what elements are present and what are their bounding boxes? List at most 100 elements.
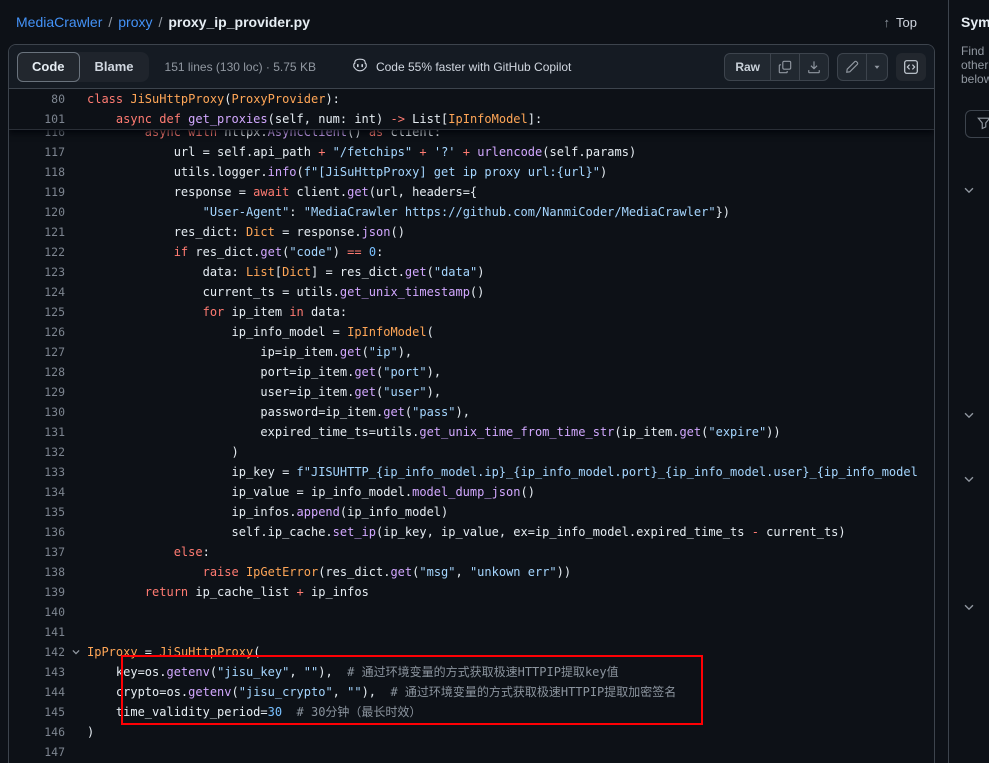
edit-dropdown-button[interactable] (866, 53, 888, 81)
code-line: 136 self.ip_cache.set_ip(ip_key, ip_valu… (9, 522, 934, 542)
line-number[interactable]: 132 (9, 442, 65, 462)
line-number[interactable]: 133 (9, 462, 65, 482)
toolbar-actions: Raw (724, 53, 926, 81)
code-line: 147 (9, 742, 934, 762)
code-text: ip_info_model = IpInfoModel( (87, 322, 934, 342)
code-line: 139 return ip_cache_list + ip_infos (9, 582, 934, 602)
tab-blame[interactable]: Blame (80, 52, 149, 82)
download-icon (807, 60, 821, 74)
code-text: IpProxy = JiSuHttpProxy( (87, 642, 934, 662)
chevron-down-icon[interactable] (962, 600, 978, 616)
code-line: 137 else: (9, 542, 934, 562)
breadcrumb-filename: proxy_ip_provider.py (168, 14, 310, 30)
line-number[interactable]: 125 (9, 302, 65, 322)
file-toolbar: Code Blame 151 lines (130 loc) · 5.75 KB… (9, 45, 934, 89)
code-line: 142 IpProxy = JiSuHttpProxy( (9, 642, 934, 662)
code-text: res_dict: Dict = response.json() (87, 222, 934, 242)
code-text: user=ip_item.get("user"), (87, 382, 934, 402)
code-text: for ip_item in data: (87, 302, 934, 322)
line-number[interactable]: 143 (9, 662, 65, 682)
code-line: 120 "User-Agent": "MediaCrawler https://… (9, 202, 934, 222)
code-line: 145 time_validity_period=30 # 30分钟（最长时效） (9, 702, 934, 722)
code-text: response = await client.get(url, headers… (87, 182, 934, 202)
line-number[interactable]: 101 (9, 109, 65, 129)
line-number[interactable]: 122 (9, 242, 65, 262)
code-line: 123 data: List[Dict] = res_dict.get("dat… (9, 262, 934, 282)
line-number[interactable]: 135 (9, 502, 65, 522)
line-number[interactable]: 134 (9, 482, 65, 502)
symbols-toggle-button[interactable] (896, 53, 926, 81)
line-number[interactable]: 139 (9, 582, 65, 602)
line-number[interactable]: 117 (9, 142, 65, 162)
code-line: 129 user=ip_item.get("user"), (9, 382, 934, 402)
line-number[interactable]: 145 (9, 702, 65, 722)
line-number[interactable]: 130 (9, 402, 65, 422)
back-to-top-button[interactable]: ↑ Top (876, 11, 925, 34)
code-line: 133 ip_key = f"JISUHTTP_{ip_info_model.i… (9, 462, 934, 482)
code-line: 143 key=os.getenv("jisu_key", ""), # 通过环… (9, 662, 934, 682)
code-line: 140 (9, 602, 934, 622)
line-number[interactable]: 142 (9, 642, 65, 662)
code-text: url = self.api_path + "/fetchips" + '?' … (87, 142, 934, 162)
filter-funnel-icon (977, 116, 989, 133)
code-line: 117 url = self.api_path + "/fetchips" + … (9, 142, 934, 162)
filter-button[interactable] (965, 110, 989, 138)
line-number[interactable]: 126 (9, 322, 65, 342)
line-number[interactable]: 141 (9, 622, 65, 642)
line-number[interactable]: 138 (9, 562, 65, 582)
line-number[interactable]: 124 (9, 282, 65, 302)
line-number[interactable]: 116 (9, 130, 65, 142)
code-line: 125 for ip_item in data: (9, 302, 934, 322)
code-lines: 117 url = self.api_path + "/fetchips" + … (9, 142, 934, 762)
line-number[interactable]: 127 (9, 342, 65, 362)
copy-button[interactable] (770, 53, 800, 81)
code-line: 144 crypto=os.getenv("jisu_crypto", ""),… (9, 682, 934, 702)
copilot-text: Code 55% faster with GitHub Copilot (376, 60, 571, 74)
code-text: self.ip_cache.set_ip(ip_key, ip_value, e… (87, 522, 934, 542)
breadcrumb-separator: / (158, 14, 162, 30)
line-number[interactable]: 131 (9, 422, 65, 442)
chevron-down-icon[interactable] (962, 472, 978, 488)
collapse-chevron-icon[interactable] (65, 647, 87, 657)
line-number[interactable]: 146 (9, 722, 65, 742)
line-number[interactable]: 80 (9, 89, 65, 109)
symbols-panel: Sym Findotherbelow (948, 0, 989, 763)
code-text: ) (87, 722, 934, 742)
code-text: ip_infos.append(ip_info_model) (87, 502, 934, 522)
line-number[interactable]: 120 (9, 202, 65, 222)
code-text: class JiSuHttpProxy(ProxyProvider): (87, 89, 934, 109)
edit-button[interactable] (837, 53, 867, 81)
line-number[interactable]: 121 (9, 222, 65, 242)
line-number[interactable]: 147 (9, 742, 65, 762)
line-number[interactable]: 119 (9, 182, 65, 202)
chevron-down-icon[interactable] (962, 408, 978, 424)
code-text: if res_dict.get("code") == 0: (87, 242, 934, 262)
code-text: ip_key = f"JISUHTTP_{ip_info_model.ip}_{… (87, 462, 934, 482)
line-number[interactable]: 137 (9, 542, 65, 562)
code-text: else: (87, 542, 934, 562)
line-number[interactable]: 140 (9, 602, 65, 622)
breadcrumb-folder-link[interactable]: proxy (118, 14, 152, 30)
code-text: password=ip_item.get("pass"), (87, 402, 934, 422)
code-text: time_validity_period=30 # 30分钟（最长时效） (87, 702, 934, 722)
copilot-banner[interactable]: Code 55% faster with GitHub Copilot (352, 57, 571, 76)
chevron-down-icon[interactable] (962, 183, 978, 199)
line-number[interactable]: 136 (9, 522, 65, 542)
symbols-panel-description: Findotherbelow (949, 30, 989, 86)
code-blame-switcher: Code Blame (17, 52, 149, 82)
line-number[interactable]: 144 (9, 682, 65, 702)
file-info: 151 lines (130 loc) · 5.75 KB (165, 60, 316, 74)
raw-button[interactable]: Raw (724, 53, 771, 81)
breadcrumb-repo-link[interactable]: MediaCrawler (16, 14, 102, 30)
symbols-panel-description-line: other (961, 58, 989, 72)
code-line: 121 res_dict: Dict = response.json() (9, 222, 934, 242)
line-number[interactable]: 128 (9, 362, 65, 382)
clipped-code-line: 116 async with httpx.AsyncClient() as cl… (9, 130, 934, 142)
download-button[interactable] (799, 53, 829, 81)
code-line: 135 ip_infos.append(ip_info_model) (9, 502, 934, 522)
line-number[interactable]: 129 (9, 382, 65, 402)
tab-code[interactable]: Code (17, 52, 80, 82)
line-number[interactable]: 118 (9, 162, 65, 182)
line-number[interactable]: 123 (9, 262, 65, 282)
code-text: raise IpGetError(res_dict.get("msg", "un… (87, 562, 934, 582)
